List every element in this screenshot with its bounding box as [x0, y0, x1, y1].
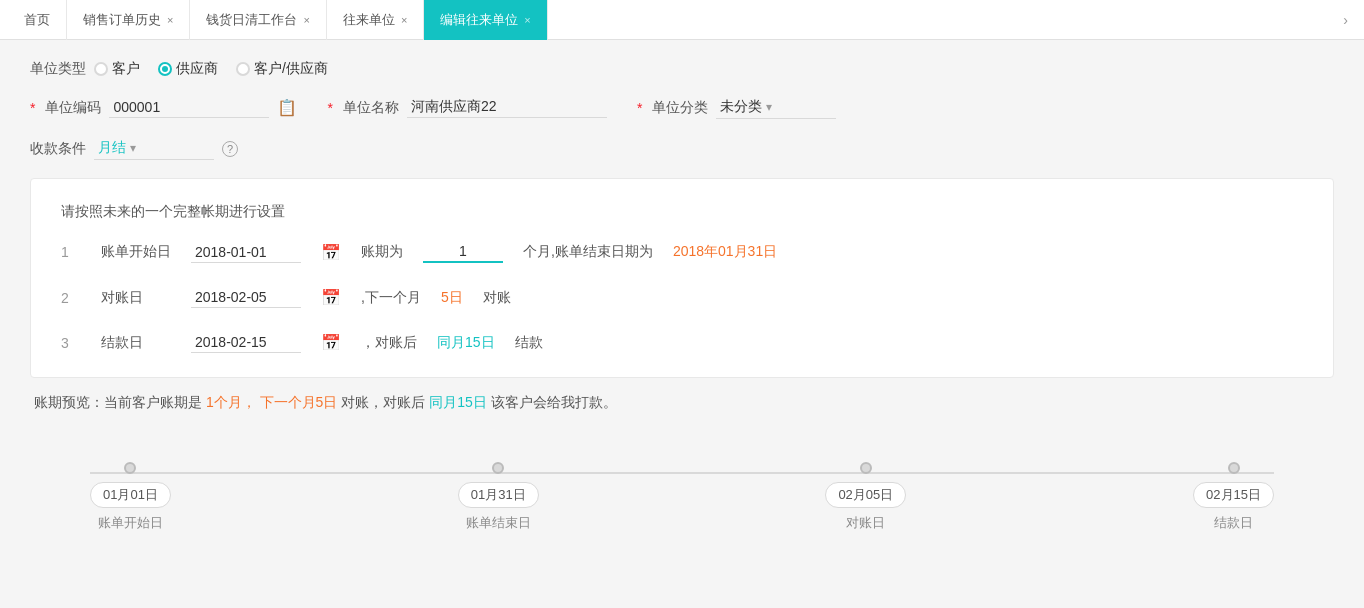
payment-condition-value: 月结 [98, 139, 126, 157]
tabs-bar: 首页 销售订单历史 × 钱货日清工作台 × 往来单位 × 编辑往来单位 × › [0, 0, 1364, 40]
payment-condition-arrow: ▾ [130, 141, 136, 155]
unit-code-input[interactable] [109, 97, 269, 118]
period-desc-before-1: 账期为 [361, 243, 403, 261]
timeline-points: 01月01日 账单开始日 01月31日 账单结束日 02月05日 对账日 02月… [90, 462, 1274, 532]
period-desc-before-2: ,下一个月 [361, 289, 421, 307]
unit-category-label: 单位分类 [652, 99, 708, 117]
period-desc-after-3: 结款 [515, 334, 543, 352]
period-row-3: 3 结款日 📅 ，对账后 同月15日 结款 [61, 332, 1303, 353]
period-date-1[interactable] [191, 242, 301, 263]
period-day-highlight-2: 5日 [441, 289, 463, 307]
payment-condition-label: 收款条件 [30, 140, 86, 158]
timeline-point-3: 02月15日 结款日 [1193, 462, 1274, 532]
timeline-label-1: 账单结束日 [466, 514, 531, 532]
timeline-date-0: 01月01日 [90, 482, 171, 508]
period-num-2: 2 [61, 290, 81, 306]
timeline-dot-3 [1228, 462, 1240, 474]
timeline-dot-0 [124, 462, 136, 474]
timeline-label-0: 账单开始日 [98, 514, 163, 532]
period-date-3[interactable] [191, 332, 301, 353]
period-row-1: 1 账单开始日 📅 账期为 个月,账单结束日期为 2018年01月31日 [61, 241, 1303, 263]
radio-customer[interactable]: 客户 [94, 60, 140, 78]
period-num-1: 1 [61, 244, 81, 260]
unit-category-field: * 单位分类 未分类 ▾ [637, 96, 836, 119]
timeline-date-3: 02月15日 [1193, 482, 1274, 508]
period-label-2: 对账日 [101, 289, 171, 307]
radio-circle-supplier [158, 62, 172, 76]
unit-type-field: 单位类型 客户 供应商 客户/供应商 [30, 60, 328, 78]
period-label-3: 结款日 [101, 334, 171, 352]
payment-condition-help[interactable]: ? [222, 141, 238, 157]
timeline-date-1: 01月31日 [458, 482, 539, 508]
unit-name-field: * 单位名称 [327, 97, 606, 118]
period-calendar-1[interactable]: 📅 [321, 243, 341, 262]
radio-group-unit-type: 客户 供应商 客户/供应商 [94, 60, 328, 78]
radio-both[interactable]: 客户/供应商 [236, 60, 328, 78]
period-title: 请按照未来的一个完整帐期进行设置 [61, 203, 1303, 221]
period-months-input[interactable] [423, 241, 503, 263]
radio-supplier[interactable]: 供应商 [158, 60, 218, 78]
period-end-date: 2018年01月31日 [673, 243, 777, 261]
unit-code-icon[interactable]: 📋 [277, 98, 297, 117]
preview-text: 账期预览：当前客户账期是 1个月， 下一个月5日 对账，对账后 同月15日 该客… [30, 394, 1334, 412]
timeline-dot-1 [492, 462, 504, 474]
timeline-label-3: 结款日 [1214, 514, 1253, 532]
timeline-date-2: 02月05日 [825, 482, 906, 508]
preview-part1: 1个月， [206, 394, 256, 410]
period-box: 请按照未来的一个完整帐期进行设置 1 账单开始日 📅 账期为 个月,账单结束日期… [30, 178, 1334, 378]
unit-category-arrow: ▾ [766, 100, 772, 114]
tab-sales-history[interactable]: 销售订单历史 × [67, 0, 190, 40]
period-desc-before-3: ，对账后 [361, 334, 417, 352]
period-calendar-3[interactable]: 📅 [321, 333, 341, 352]
period-day-highlight-3: 同月15日 [437, 334, 495, 352]
radio-circle-customer [94, 62, 108, 76]
tab-partner[interactable]: 往来单位 × [327, 0, 424, 40]
unit-category-select[interactable]: 未分类 ▾ [716, 96, 836, 119]
unit-type-row: 单位类型 客户 供应商 客户/供应商 [30, 60, 1334, 78]
period-num-3: 3 [61, 335, 81, 351]
tab-edit-partner[interactable]: 编辑往来单位 × [424, 0, 547, 40]
unit-name-input[interactable] [407, 97, 607, 118]
period-desc-after-1: 个月,账单结束日期为 [523, 243, 653, 261]
tab-home[interactable]: 首页 [8, 0, 67, 40]
timeline-point-2: 02月05日 对账日 [825, 462, 906, 532]
period-desc-after-2: 对账 [483, 289, 511, 307]
preview-part4: 同月15日 [429, 394, 487, 410]
tab-close-sales-history[interactable]: × [167, 14, 173, 26]
timeline-dot-2 [860, 462, 872, 474]
tab-close-edit-partner[interactable]: × [524, 14, 530, 26]
preview-part2: 下一个月5日 [260, 394, 338, 410]
preview-part3: 对账，对账后 [341, 394, 425, 410]
radio-circle-both [236, 62, 250, 76]
unit-code-label: 单位编码 [45, 99, 101, 117]
period-row-2: 2 对账日 📅 ,下一个月 5日 对账 [61, 287, 1303, 308]
tab-close-partner[interactable]: × [401, 14, 407, 26]
unit-type-label: 单位类型 [30, 60, 86, 78]
period-label-1: 账单开始日 [101, 243, 171, 261]
unit-code-field: * 单位编码 📋 [30, 97, 297, 118]
preview-label: 账期预览：当前客户账期是 [34, 394, 202, 410]
code-name-category-row: * 单位编码 📋 * 单位名称 * 单位分类 未分类 ▾ [30, 96, 1334, 119]
main-content: 单位类型 客户 供应商 客户/供应商 * 单位编码 [0, 40, 1364, 608]
payment-condition-row: 收款条件 月结 ▾ ? [30, 137, 1334, 160]
tab-close-cash-work[interactable]: × [303, 14, 309, 26]
timeline: 01月01日 账单开始日 01月31日 账单结束日 02月05日 对账日 02月… [30, 442, 1334, 562]
tabs-chevron[interactable]: › [1335, 12, 1356, 28]
payment-condition-field: 收款条件 月结 ▾ ? [30, 137, 238, 160]
payment-condition-select[interactable]: 月结 ▾ [94, 137, 214, 160]
timeline-label-2: 对账日 [846, 514, 885, 532]
timeline-point-1: 01月31日 账单结束日 [458, 462, 539, 532]
tab-cash-work[interactable]: 钱货日清工作台 × [190, 0, 326, 40]
unit-name-label: 单位名称 [343, 99, 399, 117]
unit-category-value: 未分类 [720, 98, 762, 116]
timeline-point-0: 01月01日 账单开始日 [90, 462, 171, 532]
period-date-2[interactable] [191, 287, 301, 308]
period-calendar-2[interactable]: 📅 [321, 288, 341, 307]
preview-part5: 该客户会给我打款。 [491, 394, 617, 410]
